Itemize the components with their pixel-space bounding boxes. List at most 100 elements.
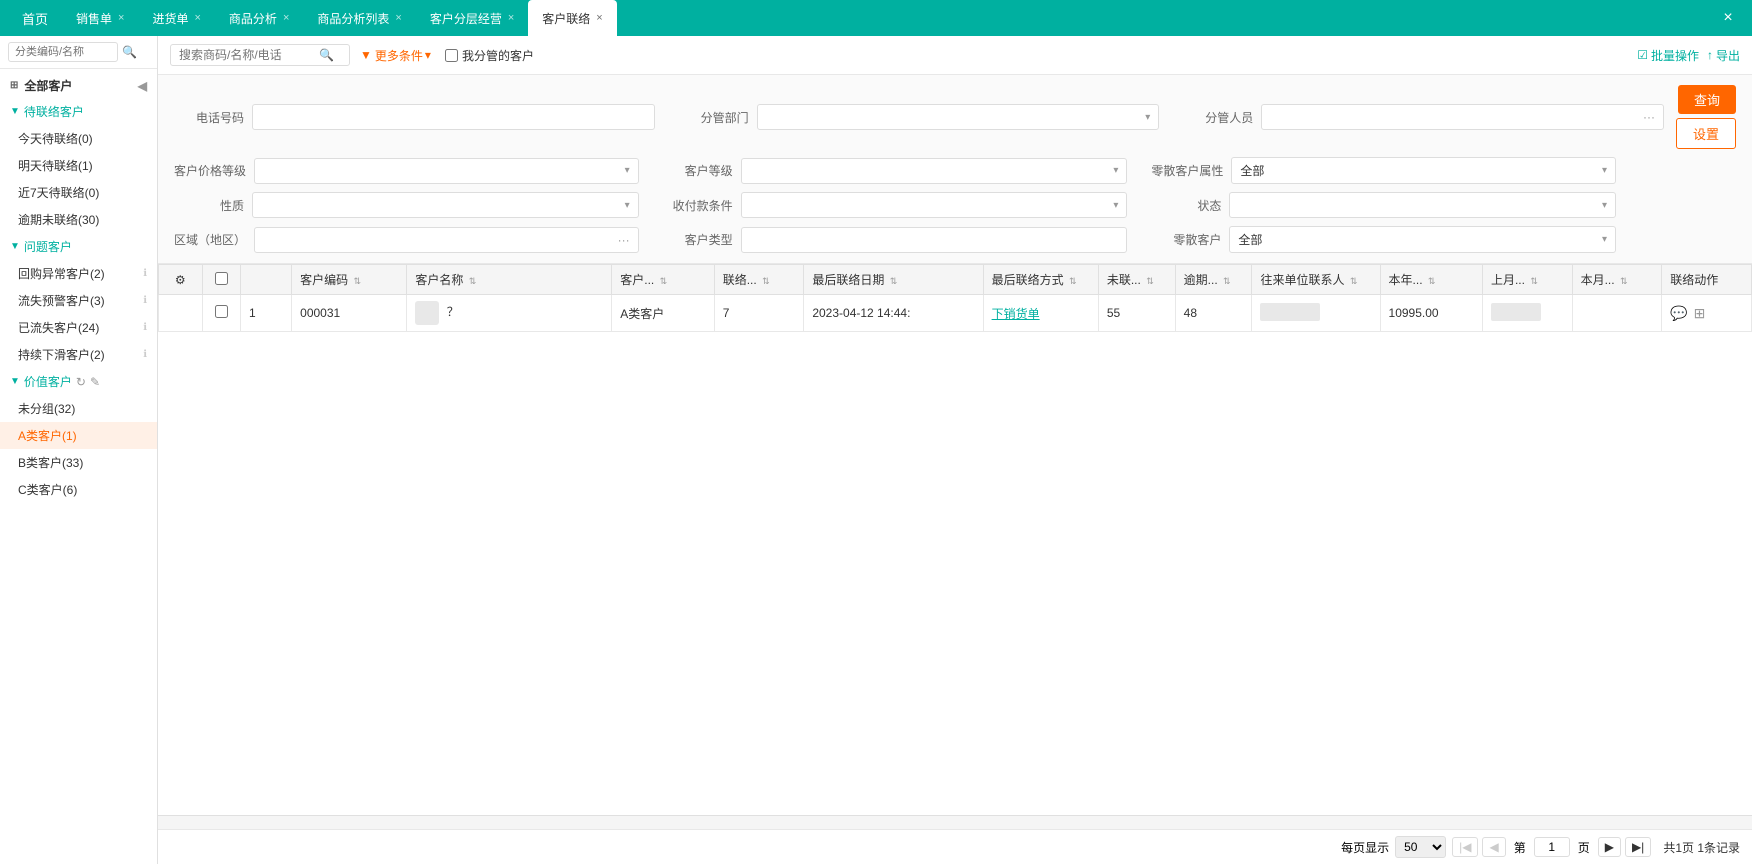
close-all-tabs[interactable]: ×: [1712, 2, 1744, 34]
nav-tab-purchase[interactable]: 进货单 ×: [138, 0, 214, 36]
filter-search-input[interactable]: [179, 48, 319, 62]
sidebar-group-value-header[interactable]: ▼ 价值客户 ↻ ✎: [0, 368, 157, 395]
close-contact-tab[interactable]: ×: [596, 12, 602, 24]
th-date[interactable]: 最后联络日期 ⇅: [804, 265, 983, 295]
dept-label: 分管部门: [679, 109, 749, 126]
export-button[interactable]: ↑ 导出: [1707, 47, 1740, 64]
th-check[interactable]: [202, 265, 240, 295]
th-overdue[interactable]: 逾期... ⇅: [1175, 265, 1252, 295]
qr-icon[interactable]: ⊞: [1694, 305, 1706, 322]
sidebar-item-repurchase-abnormal[interactable]: 回购异常客户(2) ℹ: [0, 260, 157, 287]
sidebar-group-value: ▼ 价值客户 ↻ ✎ 未分组(32) A类客户(1) B类客户(33) C类客户…: [0, 368, 157, 503]
payment-input[interactable]: ▾: [741, 192, 1128, 218]
phone-input[interactable]: [252, 104, 655, 130]
price-level-input[interactable]: ▾: [254, 158, 639, 184]
th-code[interactable]: 客户编码 ⇅: [292, 265, 407, 295]
dept-input[interactable]: ▾: [757, 104, 1160, 130]
sidebar-item-ungrouped[interactable]: 未分组(32): [0, 395, 157, 422]
close-purchase-tab[interactable]: ×: [194, 12, 200, 24]
th-year[interactable]: 本年... ⇅: [1380, 265, 1482, 295]
settings-button[interactable]: 设置: [1676, 118, 1736, 149]
filter-right-actions: 查询 设置: [1676, 85, 1736, 149]
next-page-button[interactable]: ▶: [1598, 837, 1621, 857]
th-gear[interactable]: ⚙: [159, 265, 203, 295]
sidebar-search-input[interactable]: [8, 42, 118, 62]
table-header-row: ⚙ 客户编码 ⇅ 客户名称 ⇅: [159, 265, 1752, 295]
nav-tab-customer-contact[interactable]: 客户联络 ×: [528, 0, 616, 36]
sidebar-search-icon[interactable]: 🔍: [122, 45, 137, 59]
th-uncontact[interactable]: 未联... ⇅: [1098, 265, 1175, 295]
row-uncontact: 55: [1098, 295, 1175, 332]
th-prev-contact[interactable]: 往来单位联系人 ⇅: [1252, 265, 1380, 295]
filter-search-icon[interactable]: 🔍: [319, 48, 334, 62]
bulk-action-icon: ☑: [1637, 48, 1648, 62]
nav-tab-analysis-list[interactable]: 商品分析列表 ×: [303, 0, 415, 36]
gear-icon[interactable]: ⚙: [175, 273, 186, 287]
sidebar-collapse-icon[interactable]: ◀: [138, 79, 147, 93]
sidebar-group-pending-header[interactable]: ▼ 待联络客户: [0, 98, 157, 125]
first-page-button[interactable]: |◀: [1452, 837, 1478, 857]
refresh-icon[interactable]: ↻: [76, 375, 86, 389]
nav-tab-sales[interactable]: 销售单 ×: [62, 0, 138, 36]
prev-contact-placeholder: [1260, 303, 1320, 321]
close-analysis-tab[interactable]: ×: [283, 12, 289, 24]
sidebar-item-overdue[interactable]: 逾期未联络(30): [0, 206, 157, 233]
nav-home[interactable]: 首页: [8, 0, 62, 36]
row-checkbox[interactable]: [215, 305, 228, 318]
th-this-month[interactable]: 本月... ⇅: [1572, 265, 1662, 295]
sidebar-item-today[interactable]: 今天待联络(0): [0, 125, 157, 152]
select-all-checkbox[interactable]: [215, 272, 228, 285]
nature-label: 性质: [174, 197, 244, 214]
row-year: 10995.00: [1380, 295, 1482, 332]
region-input[interactable]: ···: [254, 227, 639, 253]
person-label: 分管人员: [1183, 109, 1253, 126]
page-input[interactable]: [1534, 837, 1570, 857]
sidebar-item-a-class[interactable]: A类客户(1): [0, 422, 157, 449]
contact-sort-icon: ⇅: [762, 276, 770, 286]
grid-icon: ⊞: [10, 80, 18, 91]
edit-group-icon[interactable]: ✎: [90, 375, 100, 389]
sidebar-group-problem-header[interactable]: ▼ 问题客户: [0, 233, 157, 260]
row-check-cell[interactable]: [202, 295, 240, 332]
nav-tab-customer-segment[interactable]: 客户分层经营 ×: [416, 0, 528, 36]
payment-dropdown-icon: ▾: [1113, 200, 1118, 211]
nature-input[interactable]: ▾: [252, 192, 639, 218]
horizontal-scrollbar[interactable]: [158, 815, 1752, 829]
my-customers-checkbox[interactable]: [445, 49, 458, 62]
retail-attr-input[interactable]: 全部 ▾: [1231, 157, 1616, 184]
query-button[interactable]: 查询: [1678, 85, 1736, 114]
close-sales-tab[interactable]: ×: [118, 12, 124, 24]
sidebar-item-declining[interactable]: 持续下滑客户(2) ℹ: [0, 341, 157, 368]
more-filters-button[interactable]: ▼ 更多条件 ▾: [360, 47, 431, 64]
customer-type-input[interactable]: [741, 227, 1128, 253]
this-month-sort-icon: ⇅: [1620, 276, 1628, 286]
person-input[interactable]: ···: [1261, 104, 1664, 130]
close-analysis-list-tab[interactable]: ×: [395, 12, 401, 24]
nav-tab-analysis[interactable]: 商品分析 ×: [215, 0, 303, 36]
bulk-action-button[interactable]: ☑ 批量操作: [1637, 47, 1699, 64]
chat-icon[interactable]: 💬: [1670, 305, 1687, 322]
th-method[interactable]: 最后联络方式 ⇅: [983, 265, 1098, 295]
retail-input[interactable]: 全部 ▾: [1229, 226, 1616, 253]
sidebar-item-tomorrow[interactable]: 明天待联络(1): [0, 152, 157, 179]
th-type[interactable]: 客户... ⇅: [612, 265, 714, 295]
info-icon-2: ℹ: [143, 295, 147, 306]
sidebar-item-churned[interactable]: 已流失客户(24) ℹ: [0, 314, 157, 341]
close-segment-tab[interactable]: ×: [508, 12, 514, 24]
per-page-select[interactable]: 50 100 200: [1395, 836, 1446, 858]
level-input[interactable]: ▾: [741, 158, 1128, 184]
th-name[interactable]: 客户名称 ⇅: [407, 265, 612, 295]
th-last-month[interactable]: 上月... ⇅: [1482, 265, 1572, 295]
sidebar-item-churn-warning[interactable]: 流失预警客户(3) ℹ: [0, 287, 157, 314]
last-page-button[interactable]: ▶|: [1625, 837, 1651, 857]
sidebar: 🔍 ⊞ 全部客户 ◀ ▼ 待联络客户 今天待联络(0) 明天待联络(1) 近7天…: [0, 36, 158, 864]
prev-page-button[interactable]: ◀: [1482, 837, 1505, 857]
sidebar-item-b-class[interactable]: B类客户(33): [0, 449, 157, 476]
sidebar-item-c-class[interactable]: C类客户(6): [0, 476, 157, 503]
nature-dropdown-icon: ▾: [625, 200, 630, 211]
th-action[interactable]: 联络动作: [1662, 265, 1752, 295]
th-contact[interactable]: 联络... ⇅: [714, 265, 804, 295]
status-input[interactable]: ▾: [1229, 192, 1616, 218]
last-method-link[interactable]: 下销货单: [992, 307, 1040, 321]
sidebar-item-7days[interactable]: 近7天待联络(0): [0, 179, 157, 206]
